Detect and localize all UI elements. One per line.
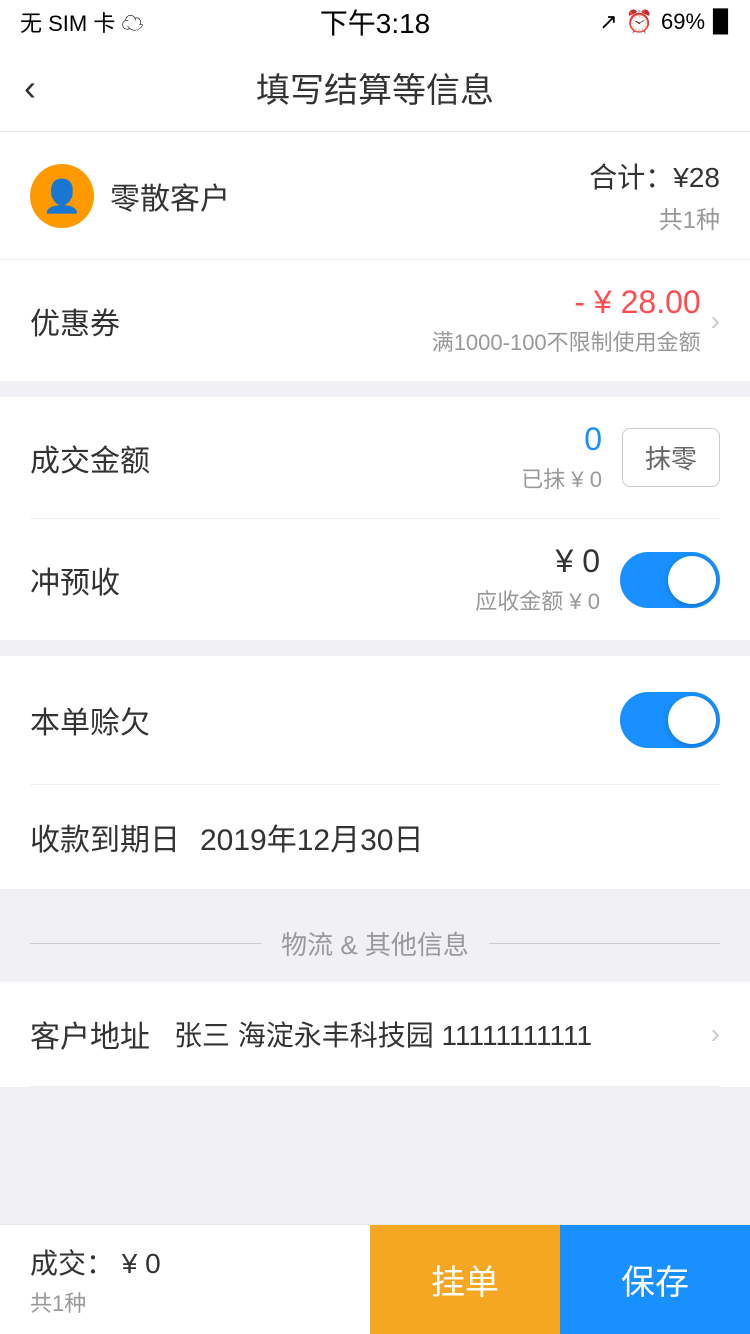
prereceive-amount: ¥ 0 <box>475 543 600 580</box>
status-time: 下午3:18 <box>320 2 431 42</box>
transaction-amount-row: 成交金额 0 已抹 ¥ 0 抹零 <box>30 397 720 519</box>
coupon-row[interactable]: 优惠券 - ¥ 28.00 满1000-100不限制使用金额 › <box>0 259 750 381</box>
round-zero-button[interactable]: 抹零 <box>622 428 720 487</box>
coupon-chevron-icon: › <box>711 305 720 337</box>
coupon-desc: 满1000-100不限制使用金额 <box>432 325 701 357</box>
section-gap-1 <box>0 640 750 656</box>
alarm-icon: ⏰ <box>626 9 653 35</box>
signal-text: 无 SIM 卡 ☁ <box>20 6 143 38</box>
prereceive-right: ¥ 0 应收金额 ¥ 0 <box>475 543 720 616</box>
avatar: 👤 <box>30 164 94 228</box>
debt-toggle-knob <box>668 696 716 744</box>
transaction-section: 成交金额 0 已抹 ¥ 0 抹零 冲预收 ¥ 0 应收金额 ¥ 0 <box>0 397 750 640</box>
address-section: 客户地址 张三 海淀永丰科技园 11111111111 › <box>0 982 750 1087</box>
customer-name: 零散客户 <box>110 174 230 218</box>
customer-left: 👤 零散客户 <box>30 164 230 228</box>
back-button[interactable]: ‹ <box>24 67 36 109</box>
address-value: 张三 海淀永丰科技园 11111111111 <box>174 1014 711 1054</box>
bottom-deal: 成交： ¥ 0 <box>30 1242 340 1282</box>
debt-toggle[interactable] <box>620 692 720 748</box>
location-icon: ↗ <box>599 9 617 35</box>
avatar-icon: 👤 <box>42 177 82 215</box>
coupon-discount: - ¥ 28.00 <box>432 284 701 321</box>
total-amount: 合计：¥28 <box>589 156 720 196</box>
transaction-amount-value: 0 <box>521 421 602 458</box>
nav-title: 填写结算等信息 <box>256 63 494 112</box>
transaction-label: 成交金额 <box>30 436 150 480</box>
status-bar: 无 SIM 卡 ☁ 下午3:18 ↗ ⏰ 69% ▉ <box>0 0 750 44</box>
toggle-knob <box>668 556 716 604</box>
battery-icon: ▉ <box>713 9 730 35</box>
prereceive-sub: 应收金额 ¥ 0 <box>475 584 600 616</box>
prereceive-toggle[interactable] <box>620 552 720 608</box>
content: 👤 零散客户 合计：¥28 共1种 优惠券 - ¥ 28.00 满1000-10… <box>0 132 750 1223</box>
divider-line-right <box>489 943 720 944</box>
section-gap-3 <box>0 1087 750 1103</box>
customer-right: 合计：¥28 共1种 <box>589 156 720 235</box>
due-label: 收款到期日 <box>30 815 180 859</box>
status-right: ↗ ⏰ 69% ▉ <box>599 9 730 35</box>
transaction-right: 0 已抹 ¥ 0 抹零 <box>521 421 720 494</box>
bottom-bar: 成交： ¥ 0 共1种 挂单 保存 <box>0 1224 750 1334</box>
coupon-right: - ¥ 28.00 满1000-100不限制使用金额 › <box>432 284 720 357</box>
debt-label: 本单赊欠 <box>30 698 150 742</box>
transaction-amount-block: 0 已抹 ¥ 0 <box>521 421 602 494</box>
customer-row: 👤 零散客户 合计：¥28 共1种 <box>0 132 750 259</box>
customer-coupon-card: 👤 零散客户 合计：¥28 共1种 优惠券 - ¥ 28.00 满1000-10… <box>0 132 750 381</box>
address-chevron-icon: › <box>711 1018 720 1050</box>
battery-text: 69% <box>661 9 705 35</box>
bottom-summary: 成交： ¥ 0 共1种 <box>0 1242 370 1318</box>
debt-section: 本单赊欠 收款到期日 2019年12月30日 <box>0 656 750 889</box>
logistics-label: 物流 & 其他信息 <box>281 925 469 962</box>
save-button[interactable]: 保存 <box>560 1225 750 1334</box>
coupon-label: 优惠券 <box>30 299 120 343</box>
coupon-value-block: - ¥ 28.00 满1000-100不限制使用金额 <box>432 284 701 357</box>
nav-bar: ‹ 填写结算等信息 <box>0 44 750 132</box>
address-label: 客户地址 <box>30 1012 150 1056</box>
address-row[interactable]: 客户地址 张三 海淀永丰科技园 11111111111 › <box>30 982 720 1087</box>
logistics-divider: 物流 & 其他信息 <box>0 905 750 982</box>
debt-row: 本单赊欠 <box>30 656 720 785</box>
section-gap-2 <box>0 889 750 905</box>
total-count: 共1种 <box>589 200 720 235</box>
due-value: 2019年12月30日 <box>200 815 423 859</box>
transaction-amount-sub: 已抹 ¥ 0 <box>521 462 602 494</box>
divider-line-left <box>30 943 261 944</box>
prereceive-row: 冲预收 ¥ 0 应收金额 ¥ 0 <box>30 519 720 640</box>
prereceive-amount-block: ¥ 0 应收金额 ¥ 0 <box>475 543 600 616</box>
prereceive-label: 冲预收 <box>30 558 120 602</box>
bottom-count: 共1种 <box>30 1286 340 1318</box>
pending-button[interactable]: 挂单 <box>370 1225 560 1334</box>
due-date-row: 收款到期日 2019年12月30日 <box>30 785 720 889</box>
status-left: 无 SIM 卡 ☁ <box>20 6 143 38</box>
